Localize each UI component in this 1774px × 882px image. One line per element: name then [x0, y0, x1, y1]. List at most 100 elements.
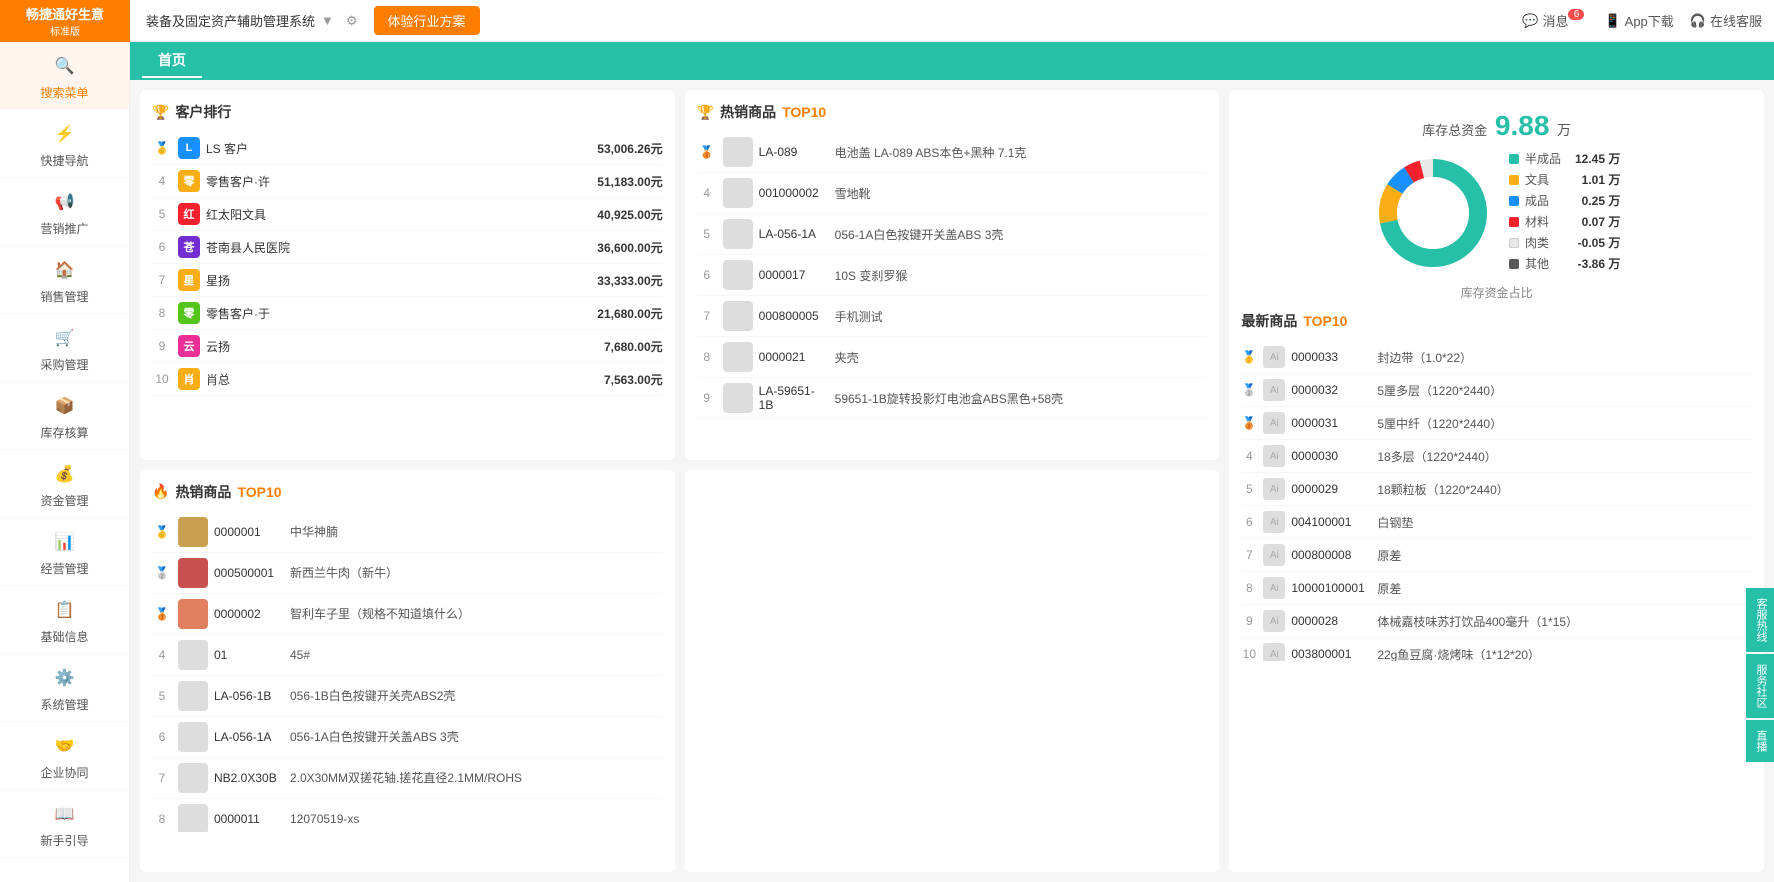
- online-service-button[interactable]: 🎧 在线客服: [1690, 11, 1762, 30]
- rank-num: 9: [152, 339, 172, 353]
- float-button-community[interactable]: 服务社区: [1746, 654, 1774, 718]
- product-code: 0000002: [214, 607, 284, 621]
- nav-tabs: 首页: [130, 42, 1774, 80]
- sidebar-label-inventory: 库存核算: [40, 424, 88, 441]
- main-layout: 🔍 搜索菜单 ⚡ 快捷导航 📢 营销推广 🏠 销售管理 🛒 采购管理 📦 库存核…: [0, 42, 1774, 882]
- product-code: 0000030: [1291, 449, 1371, 463]
- product-code: LA-056-1A: [759, 227, 829, 241]
- product-thumbnail: [178, 558, 208, 588]
- sidebar-item-cooperation[interactable]: 🤝 企业协同: [0, 722, 129, 790]
- inventory-card: 库存总资金 9.88 万: [1229, 90, 1764, 872]
- float-button-live[interactable]: 直播: [1746, 720, 1774, 762]
- sidebar-label-sales: 销售管理: [40, 288, 88, 305]
- list-item: 10 肖 肖总 7,563.00元: [152, 363, 663, 396]
- sidebar-item-marketing[interactable]: 📢 营销推广: [0, 178, 129, 246]
- product-code: 0000001: [214, 525, 284, 539]
- product-thumbnail: [723, 178, 753, 208]
- sidebar-item-quick[interactable]: ⚡ 快捷导航: [0, 110, 129, 178]
- product-name: 5厘中纤（1220*2440）: [1377, 415, 1752, 432]
- customer-badge: 零: [178, 302, 200, 324]
- sidebar-item-purchase[interactable]: 🛒 采购管理: [0, 314, 129, 382]
- list-item: 4 零 零售客户·许 51,183.00元: [152, 165, 663, 198]
- hot-products-list: 🥇 0000001 中华神腩 🥈 000500001 新西兰牛肉（新牛） 🥉: [152, 512, 663, 832]
- list-item: 6 0000017 10S 变刹罗猴: [697, 255, 1208, 296]
- product-name: 中华神腩: [290, 523, 663, 540]
- system-icon: ⚙️: [51, 664, 79, 692]
- message-icon: 💬: [1522, 13, 1538, 29]
- product-name: 手机测试: [835, 308, 1208, 325]
- product-thumbnail: [723, 383, 753, 413]
- float-button-service[interactable]: 客服热线: [1746, 588, 1774, 652]
- trophy-icon: 🏆: [697, 104, 714, 121]
- product-thumbnail: [178, 517, 208, 547]
- product-name: 18多层（1220*2440）: [1377, 448, 1752, 465]
- product-thumbnail: [178, 804, 208, 832]
- rank-num: 6: [1241, 515, 1257, 529]
- customer-badge: 零: [178, 170, 200, 192]
- gear-icon[interactable]: ⚙: [346, 13, 358, 29]
- topbar-right: 💬 消息 6 📱 App下载 🎧 在线客服: [1522, 11, 1762, 30]
- sales-icon: 🏠: [51, 256, 79, 284]
- sidebar-item-sales[interactable]: 🏠 销售管理: [0, 246, 129, 314]
- product-code: 10000100001: [1291, 581, 1371, 595]
- customer-amount: 33,333.00元: [597, 272, 662, 289]
- rank-medal-icon: 🥉: [697, 145, 717, 159]
- newest-products-list: 🥇 Ai 0000033 封边带（1.0*22） 🥈 Ai 0000032 5厘…: [1241, 341, 1752, 661]
- logo: 畅捷通好生意 标准版: [0, 0, 130, 42]
- product-code: 000500001: [214, 566, 284, 580]
- list-item: 🥉 0000002 智利车子里（规格不知道填什么）: [152, 594, 663, 635]
- list-item: 8 0000011 12070519-xs: [152, 799, 663, 832]
- guide-icon: 📖: [51, 800, 79, 828]
- customer-amount: 36,600.00元: [597, 239, 662, 256]
- product-code: 000800008: [1291, 548, 1371, 562]
- sidebar-label-purchase: 采购管理: [40, 356, 88, 373]
- sidebar-item-inventory[interactable]: 📦 库存核算: [0, 382, 129, 450]
- customer-badge: 肖: [178, 368, 200, 390]
- rank-medal-icon: 🥉: [152, 607, 172, 621]
- sidebar-item-finance[interactable]: 💰 资金管理: [0, 450, 129, 518]
- sidebar-label-guide: 新手引导: [40, 832, 88, 849]
- product-code: 0000011: [214, 812, 284, 826]
- tab-home[interactable]: 首页: [142, 44, 202, 78]
- purchase-icon: 🛒: [51, 324, 79, 352]
- product-code: 004100001: [1291, 515, 1371, 529]
- sidebar-item-search[interactable]: 🔍 搜索菜单: [0, 42, 129, 110]
- product-thumbnail: Ai: [1263, 445, 1285, 467]
- dropdown-arrow-icon[interactable]: ▼: [321, 13, 334, 28]
- legend-value: 1.01 万: [1582, 171, 1621, 188]
- legend-value: 12.45 万: [1575, 150, 1620, 167]
- inventory-total: 库存总资金 9.88 万: [1241, 110, 1752, 142]
- legend-name: 肉类: [1525, 234, 1564, 251]
- product-thumbnail: Ai: [1263, 643, 1285, 661]
- sidebar-item-operation[interactable]: 📊 经营管理: [0, 518, 129, 586]
- legend-item: 半成品 12.45 万: [1509, 150, 1620, 167]
- sidebar-item-basic[interactable]: 📋 基础信息: [0, 586, 129, 654]
- list-item: 🥈 000500001 新西兰牛肉（新牛）: [152, 553, 663, 594]
- product-name: 10S 变刹罗猴: [835, 267, 1208, 284]
- product-name: 智利车子里（规格不知道填什么）: [290, 605, 663, 622]
- top-sales-rank-title: 🏆 热销商品 TOP10: [697, 102, 1208, 122]
- search-icon: 🔍: [51, 52, 79, 80]
- product-thumbnail: [178, 681, 208, 711]
- app-download-button[interactable]: 📱 App下载: [1604, 11, 1673, 30]
- inventory-icon: 📦: [51, 392, 79, 420]
- rank-num: 6: [152, 240, 172, 254]
- list-item: 8 0000021 夹壳: [697, 337, 1208, 378]
- list-item: 🥉 LA-089 电池盖 LA-089 ABS本色+黑种 7.1克: [697, 132, 1208, 173]
- legend-name: 成品: [1525, 192, 1568, 209]
- list-item: 5 LA-056-1B 056-1B白色按键开关壳ABS2壳: [152, 676, 663, 717]
- sidebar-item-guide[interactable]: 📖 新手引导: [0, 790, 129, 858]
- rank-num: 8: [1241, 581, 1257, 595]
- sidebar-label-marketing: 营销推广: [40, 220, 88, 237]
- rank-num: 5: [697, 227, 717, 241]
- messages-button[interactable]: 💬 消息 6: [1522, 11, 1588, 30]
- rank-num: 4: [697, 186, 717, 200]
- top-sales-rank-card: 🏆 热销商品 TOP10 🥉 LA-089 电池盖 LA-089 ABS本色+黑…: [685, 90, 1220, 460]
- rank-num: 5: [152, 689, 172, 703]
- trial-button[interactable]: 体验行业方案: [374, 6, 480, 35]
- sidebar-item-system[interactable]: ⚙️ 系统管理: [0, 654, 129, 722]
- rank-medal-icon: 🥇: [152, 525, 172, 539]
- product-thumbnail: Ai: [1263, 544, 1285, 566]
- product-name: 原差: [1377, 580, 1752, 597]
- product-code: 0000032: [1291, 383, 1371, 397]
